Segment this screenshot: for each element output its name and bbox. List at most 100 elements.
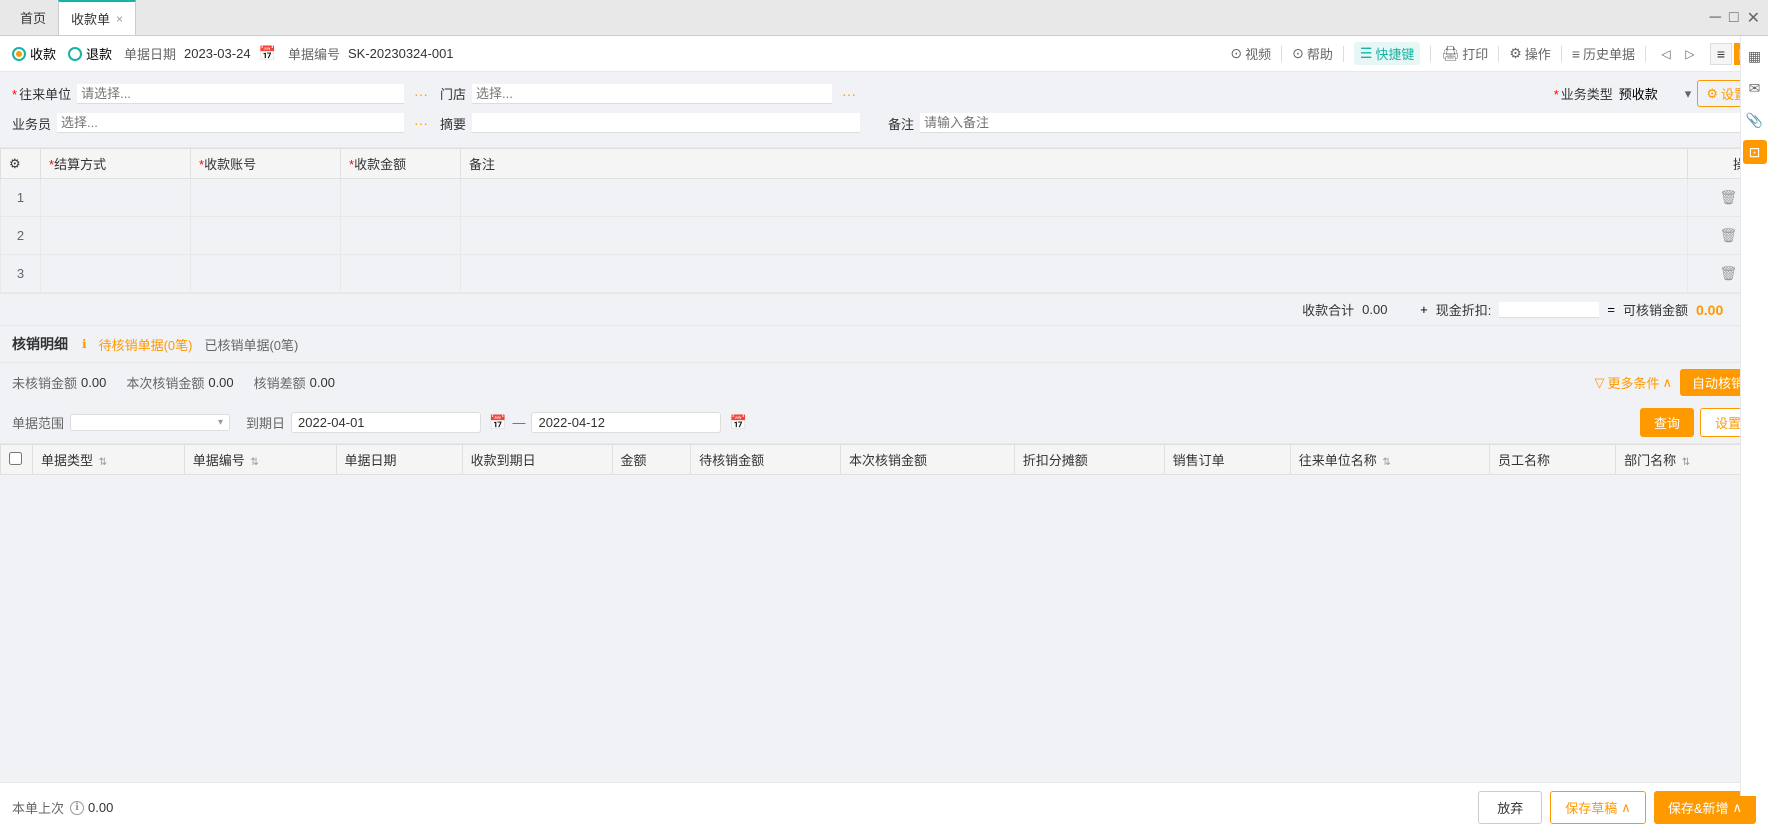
video-btn[interactable]: ⊙ 视频 bbox=[1230, 44, 1271, 63]
shortcut-btn[interactable]: ☰ 快捷键 bbox=[1354, 42, 1421, 65]
calendar-to-icon[interactable]: 📅 bbox=[729, 414, 746, 431]
due-date-field: 到期日 📅 — 📅 bbox=[246, 412, 747, 433]
sidebar-email-icon[interactable]: ✉ bbox=[1743, 76, 1767, 100]
counterpart-input[interactable] bbox=[77, 84, 404, 104]
toolbar-right: ⊙ 视频 ⊙ 帮助 ☰ 快捷键 🖨 打印 bbox=[1230, 42, 1756, 65]
row-delete-3[interactable]: 🗑 bbox=[1719, 265, 1737, 282]
counterpart-more-btn[interactable]: ··· bbox=[410, 86, 432, 102]
staff-more-btn[interactable]: ··· bbox=[410, 115, 432, 131]
history-btn[interactable]: ≡ 历史单据 bbox=[1572, 44, 1635, 63]
col-amount: 金额 bbox=[612, 445, 691, 475]
nav-prev[interactable]: ◁ bbox=[1656, 44, 1676, 64]
col-settlement: *结算方式 bbox=[41, 149, 191, 179]
cell-account-1[interactable] bbox=[191, 179, 341, 217]
select-all-checkbox[interactable] bbox=[9, 452, 22, 465]
operation-btn[interactable]: ⚙ 操作 bbox=[1509, 44, 1551, 63]
business-type-value: 预收款 bbox=[1619, 84, 1679, 103]
tab-home[interactable]: 首页 bbox=[8, 0, 58, 35]
sidebar-table-icon[interactable]: ▦ bbox=[1743, 44, 1767, 68]
business-type-arrow[interactable]: ▾ bbox=[1685, 86, 1692, 102]
doc-num-label: 单据编号 bbox=[288, 44, 340, 63]
sort-doc-type[interactable]: ⇅ bbox=[99, 457, 107, 468]
date-from-input[interactable] bbox=[291, 412, 481, 433]
query-btn[interactable]: 查询 bbox=[1640, 408, 1694, 437]
cell-account-3[interactable] bbox=[191, 255, 341, 293]
history-icon: ≡ bbox=[1572, 46, 1580, 62]
writeoff-header: 核销明细 ℹ 待核销单据(0笔) 已核销单据(0笔) bbox=[0, 326, 1768, 363]
doc-date-label: 单据日期 bbox=[124, 44, 176, 63]
print-btn[interactable]: 🖨 打印 bbox=[1441, 44, 1488, 63]
store-input[interactable] bbox=[472, 84, 832, 104]
doc-range-select[interactable]: ▾ bbox=[70, 414, 230, 431]
col-checkbox bbox=[1, 445, 33, 475]
help-btn[interactable]: ⊙ 帮助 bbox=[1292, 44, 1333, 63]
row-delete-1[interactable]: 🗑 bbox=[1719, 189, 1737, 206]
date-to-input[interactable] bbox=[531, 412, 721, 433]
nav-next[interactable]: ▷ bbox=[1680, 44, 1700, 64]
more-conditions-btn[interactable]: ▽ 更多条件 ∧ bbox=[1594, 373, 1672, 392]
receipt-table: ⚙ *结算方式 *收款账号 *收款金额 备注 bbox=[0, 148, 1768, 293]
doc-date-value: 2023-03-24 bbox=[184, 46, 251, 61]
discount-input[interactable] bbox=[1499, 302, 1599, 318]
radio-refund[interactable]: 退款 bbox=[68, 44, 112, 63]
cell-remark-1[interactable] bbox=[461, 179, 1688, 217]
right-sidebar: ▦ ✉ 📎 ⊡ bbox=[1740, 36, 1768, 796]
cell-amount-2[interactable] bbox=[341, 217, 461, 255]
cell-remark-2[interactable] bbox=[461, 217, 1688, 255]
calendar-from-icon[interactable]: 📅 bbox=[489, 414, 506, 431]
col-setting[interactable]: ⚙ bbox=[1, 149, 41, 179]
video-label: 视频 bbox=[1245, 44, 1271, 63]
writeoff-table: 单据类型 ⇅ 单据编号 ⇅ 单据日期 收款到期日 bbox=[0, 444, 1768, 475]
divider-2 bbox=[1343, 46, 1344, 62]
store-more-btn[interactable]: ··· bbox=[838, 86, 860, 102]
bottom-info-icon[interactable]: ℹ bbox=[70, 801, 84, 815]
operation-icon: ⚙ bbox=[1509, 45, 1522, 62]
store-label: 门店 bbox=[440, 84, 466, 103]
summary-input[interactable] bbox=[472, 113, 860, 133]
radio-refund-dot bbox=[68, 47, 82, 61]
window-maximize-icon[interactable]: □ bbox=[1729, 9, 1739, 27]
sidebar-scan-icon[interactable]: ⊡ bbox=[1743, 140, 1767, 164]
doc-num-info: 单据编号 SK-20230324-001 bbox=[288, 44, 454, 63]
col-remark: 备注 bbox=[461, 149, 1688, 179]
radio-receipt[interactable]: 收款 bbox=[12, 44, 56, 63]
cell-settlement-3[interactable] bbox=[41, 255, 191, 293]
remark-input[interactable] bbox=[920, 113, 1756, 133]
row-num-3: 3 bbox=[1, 255, 41, 293]
row-delete-2[interactable]: 🗑 bbox=[1719, 227, 1737, 244]
cell-settlement-2[interactable] bbox=[41, 217, 191, 255]
bottom-info-value: 0.00 bbox=[88, 800, 113, 815]
staff-field: 业务员 ··· bbox=[12, 113, 432, 133]
cell-amount-3[interactable] bbox=[341, 255, 461, 293]
remark-label: 备注 bbox=[888, 114, 914, 133]
window-minimize-icon[interactable]: ─ bbox=[1710, 9, 1721, 27]
summary-field: 摘要 bbox=[440, 113, 860, 133]
cell-settlement-1[interactable] bbox=[41, 179, 191, 217]
done-tab[interactable]: 已核销单据(0笔) bbox=[204, 335, 298, 354]
pending-tab[interactable]: 待核销单据(0笔) bbox=[99, 335, 193, 354]
table-row: 3 🗑⊕ bbox=[1, 255, 1768, 293]
gear-icon: ⚙ bbox=[1706, 86, 1718, 102]
radio-receipt-dot bbox=[12, 47, 26, 61]
view-list-btn[interactable]: ≡ bbox=[1710, 43, 1732, 65]
window-close-icon[interactable]: ✕ bbox=[1747, 8, 1760, 28]
top-toolbar: 收款 退款 单据日期 2023-03-24 📅 单据编号 SK-20230324… bbox=[0, 36, 1768, 72]
col-counterpart: 往来单位名称 ⇅ bbox=[1290, 445, 1489, 475]
sort-doc-num[interactable]: ⇅ bbox=[250, 457, 258, 468]
tab-receipt[interactable]: 收款单 × bbox=[58, 0, 136, 35]
col-this-amount: 本次核销金额 bbox=[841, 445, 1015, 475]
summary-row: 收款合计 0.00 + 现金折扣: = 可核销金额 0.00 bbox=[0, 294, 1768, 326]
staff-input[interactable] bbox=[57, 113, 404, 133]
remark-field: 备注 bbox=[888, 113, 1756, 133]
cell-account-2[interactable] bbox=[191, 217, 341, 255]
tab-close-icon[interactable]: × bbox=[116, 12, 123, 26]
cell-amount-1[interactable] bbox=[341, 179, 461, 217]
cell-remark-3[interactable] bbox=[461, 255, 1688, 293]
calendar-icon[interactable]: 📅 bbox=[259, 45, 276, 62]
stat-diff-value: 0.00 bbox=[310, 375, 335, 390]
sort-counterpart[interactable]: ⇅ bbox=[1382, 457, 1390, 468]
sidebar-clip-icon[interactable]: 📎 bbox=[1743, 108, 1767, 132]
writeoff-info-icon[interactable]: ℹ bbox=[82, 337, 87, 351]
plus-sign: + bbox=[1420, 302, 1428, 317]
sort-dept[interactable]: ⇅ bbox=[1682, 457, 1690, 468]
